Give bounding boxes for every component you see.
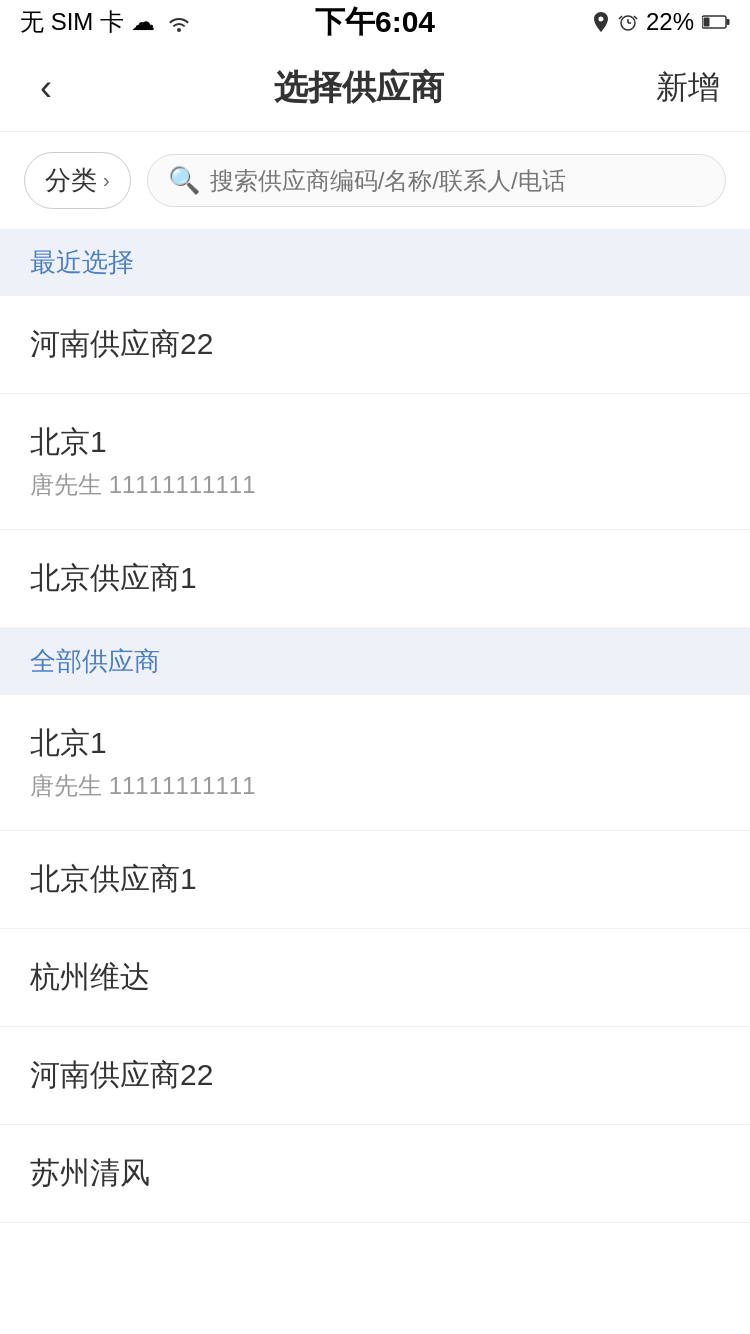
item-sub: 唐先生 11111111111: [30, 469, 720, 501]
recent-items-list: 河南供应商22 北京1 唐先生 11111111111 北京供应商1: [0, 296, 750, 628]
list-item[interactable]: 苏州清风: [0, 1125, 750, 1223]
location-icon: [592, 12, 610, 32]
battery-label: 22%: [646, 8, 694, 36]
recent-section-header: 最近选择: [0, 229, 750, 296]
item-name: 河南供应商22: [30, 1055, 720, 1096]
item-name: 苏州清风: [30, 1153, 720, 1194]
battery-icon: [702, 14, 730, 30]
status-left: 无 SIM 卡 ☁: [20, 6, 193, 38]
add-button[interactable]: 新增: [656, 66, 720, 110]
item-name: 河南供应商22: [30, 324, 720, 365]
category-button[interactable]: 分类 ›: [24, 152, 131, 209]
recent-section-label: 最近选择: [30, 247, 134, 277]
item-name: 北京1: [30, 723, 720, 764]
back-button[interactable]: ‹: [30, 57, 62, 119]
item-name: 北京供应商1: [30, 859, 720, 900]
status-bar: 无 SIM 卡 ☁ 下午6:04 22%: [0, 0, 750, 44]
status-right: 22%: [592, 8, 730, 36]
search-box[interactable]: 🔍: [147, 154, 726, 207]
item-name: 北京供应商1: [30, 558, 720, 599]
search-input[interactable]: [210, 167, 705, 195]
list-item[interactable]: 北京1 唐先生 11111111111: [0, 695, 750, 831]
filter-bar: 分类 › 🔍: [0, 132, 750, 229]
svg-rect-4: [727, 19, 730, 25]
list-item[interactable]: 河南供应商22: [0, 296, 750, 394]
nav-bar: ‹ 选择供应商 新增: [0, 44, 750, 132]
item-name: 北京1: [30, 422, 720, 463]
status-time: 下午6:04: [315, 2, 435, 43]
page-title: 选择供应商: [274, 65, 444, 111]
sim-label: 无 SIM 卡 ☁: [20, 6, 155, 38]
chevron-right-icon: ›: [103, 169, 110, 192]
alarm-icon: [618, 12, 638, 32]
item-name: 杭州维达: [30, 957, 720, 998]
all-section-header: 全部供应商: [0, 628, 750, 695]
list-item[interactable]: 北京供应商1: [0, 831, 750, 929]
category-label: 分类: [45, 163, 97, 198]
wifi-icon: [165, 12, 193, 32]
item-sub: 唐先生 11111111111: [30, 770, 720, 802]
svg-rect-5: [704, 18, 710, 27]
list-item[interactable]: 河南供应商22: [0, 1027, 750, 1125]
list-item[interactable]: 北京1 唐先生 11111111111: [0, 394, 750, 530]
all-items-list: 北京1 唐先生 11111111111 北京供应商1 杭州维达 河南供应商22 …: [0, 695, 750, 1223]
search-icon: 🔍: [168, 165, 200, 196]
all-section-label: 全部供应商: [30, 646, 160, 676]
list-item[interactable]: 北京供应商1: [0, 530, 750, 628]
list-item[interactable]: 杭州维达: [0, 929, 750, 1027]
